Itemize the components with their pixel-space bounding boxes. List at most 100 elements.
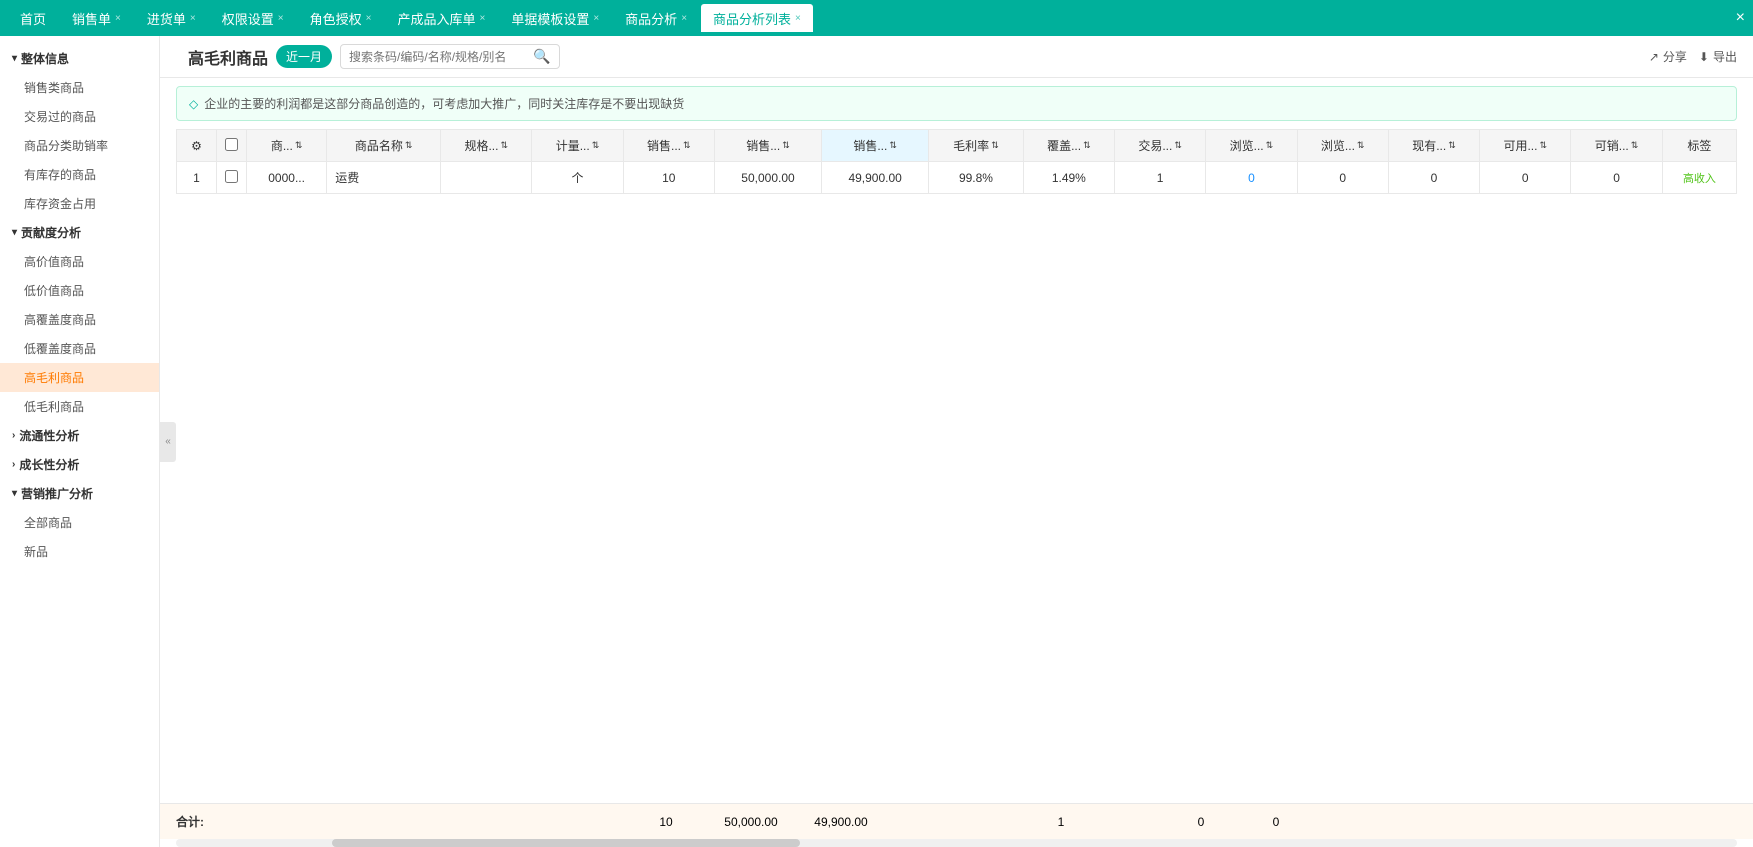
collapse-sidebar-button[interactable]: « xyxy=(160,422,176,462)
info-icon: ◇ xyxy=(189,97,198,111)
close-all-tabs-button[interactable]: × xyxy=(1736,9,1745,27)
nav-template-settings[interactable]: 单据模板设置 × xyxy=(499,4,611,32)
row-gross-rate: 99.8% xyxy=(929,162,1024,194)
sort-icon: ⇅ xyxy=(1174,140,1182,151)
nav-permission-settings[interactable]: 权限设置 × xyxy=(210,4,296,32)
row-tag: 高收入 xyxy=(1662,162,1736,194)
row-transactions: 1 xyxy=(1114,162,1205,194)
footer-sales-qty: 10 xyxy=(626,815,706,829)
col-unit[interactable]: 计量... ⇅ xyxy=(532,130,623,162)
col-name[interactable]: 商品名称 ⇅ xyxy=(327,130,441,162)
export-button[interactable]: ⬇ 导出 xyxy=(1699,48,1737,65)
sidebar-item-all-goods[interactable]: 全部商品 xyxy=(0,508,159,537)
sidebar-group-contribution[interactable]: ▾ 贡献度分析 xyxy=(0,218,159,247)
col-gross-rate[interactable]: 毛利率 ⇅ xyxy=(929,130,1024,162)
nav-product-analysis-list[interactable]: 商品分析列表 × xyxy=(701,4,813,32)
export-icon: ⬇ xyxy=(1699,50,1709,64)
sidebar-item-low-coverage[interactable]: 低覆盖度商品 xyxy=(0,334,159,363)
sidebar-item-in-stock-goods[interactable]: 有库存的商品 xyxy=(0,160,159,189)
footer-sales-amt: 50,000.00 xyxy=(706,815,796,829)
nav-home[interactable]: 首页 xyxy=(8,4,58,32)
sort-icon: ⇅ xyxy=(889,140,897,151)
nav-product-analysis-close[interactable]: × xyxy=(681,13,687,24)
col-tag: 标签 xyxy=(1662,130,1736,162)
nav-product-analysis[interactable]: 商品分析 × xyxy=(613,4,699,32)
page-title: 高毛利商品 xyxy=(188,45,268,69)
col-spec[interactable]: 规格... ⇅ xyxy=(441,130,532,162)
sidebar-group-overall[interactable]: ▾ 整体信息 xyxy=(0,44,159,73)
search-input[interactable] xyxy=(349,50,529,64)
browse-a-link[interactable]: 0 xyxy=(1248,171,1255,185)
data-table: ⚙ 商... ⇅ xyxy=(176,129,1737,194)
nav-template-settings-close[interactable]: × xyxy=(593,13,599,24)
sidebar-item-high-value[interactable]: 高价值商品 xyxy=(0,247,159,276)
content-area: « 高毛利商品 近一月 🔍 ↗ 分享 ⬇ 导出 xyxy=(160,36,1753,847)
sidebar-item-high-coverage[interactable]: 高覆盖度商品 xyxy=(0,305,159,334)
sidebar-group-growth-arrow: › xyxy=(12,459,15,470)
share-button[interactable]: ↗ 分享 xyxy=(1649,48,1687,65)
col-browse-a[interactable]: 浏览... ⇅ xyxy=(1206,130,1297,162)
nav-product-inbound-close[interactable]: × xyxy=(479,13,485,24)
footer-cells: 10 50,000.00 49,900.00 1 0 0 xyxy=(236,815,1737,829)
nav-sales-order-close[interactable]: × xyxy=(115,13,121,24)
row-checkbox[interactable] xyxy=(225,170,238,183)
nav-role-auth[interactable]: 角色授权 × xyxy=(298,4,384,32)
row-code: 0000... xyxy=(247,162,327,194)
nav-product-analysis-list-close[interactable]: × xyxy=(795,13,801,24)
sidebar-item-new-goods[interactable]: 新品 xyxy=(0,537,159,566)
tag-badge: 高收入 xyxy=(1683,173,1716,185)
sidebar-item-low-value[interactable]: 低价值商品 xyxy=(0,276,159,305)
sidebar-item-traded-goods[interactable]: 交易过的商品 xyxy=(0,102,159,131)
nav-sales-order[interactable]: 销售单 × xyxy=(60,4,133,32)
row-browse-a[interactable]: 0 xyxy=(1206,162,1297,194)
row-coverage: 1.49% xyxy=(1023,162,1114,194)
nav-product-inbound[interactable]: 产成品入库单 × xyxy=(385,4,497,32)
row-salable-stock: 0 xyxy=(1571,162,1662,194)
sort-icon: ⇅ xyxy=(1083,140,1091,151)
sidebar-group-liquidity-arrow: › xyxy=(12,430,15,441)
scrollbar-thumb[interactable] xyxy=(332,839,800,847)
sidebar-group-growth[interactable]: › 成长性分析 xyxy=(0,450,159,479)
col-salable-stock[interactable]: 可销... ⇅ xyxy=(1571,130,1662,162)
col-browse-b[interactable]: 浏览... ⇅ xyxy=(1297,130,1388,162)
info-banner: ◇ 企业的主要的利润都是这部分商品创造的，可考虑加大推广，同时关注库存是不要出现… xyxy=(176,86,1737,121)
select-all-checkbox[interactable] xyxy=(225,138,238,151)
sidebar-item-stock-capital[interactable]: 库存资金占用 xyxy=(0,189,159,218)
sidebar-group-marketing[interactable]: ▾ 营销推广分析 xyxy=(0,479,159,508)
row-checkbox-cell[interactable] xyxy=(217,162,247,194)
data-table-container: ⚙ 商... ⇅ xyxy=(176,129,1737,803)
col-sales-qty[interactable]: 销售... ⇅ xyxy=(623,130,714,162)
settings-icon[interactable]: ⚙ xyxy=(191,139,202,153)
row-name: 运费 xyxy=(327,162,441,194)
horizontal-scrollbar[interactable] xyxy=(176,839,1737,847)
sidebar-item-high-margin[interactable]: 高毛利商品 xyxy=(0,363,159,392)
search-icon[interactable]: 🔍 xyxy=(533,48,550,65)
col-transactions[interactable]: 交易... ⇅ xyxy=(1114,130,1205,162)
sidebar-item-category-sales-rate[interactable]: 商品分类助销率 xyxy=(0,131,159,160)
nav-purchase-order[interactable]: 进货单 × xyxy=(135,4,208,32)
footer-label: 合计: xyxy=(176,813,236,830)
col-sales-amt[interactable]: 销售... ⇅ xyxy=(714,130,821,162)
nav-role-auth-close[interactable]: × xyxy=(366,13,372,24)
sidebar-item-low-margin[interactable]: 低毛利商品 xyxy=(0,392,159,421)
sidebar-group-liquidity[interactable]: › 流通性分析 xyxy=(0,421,159,450)
sidebar-group-marketing-arrow: ▾ xyxy=(12,488,17,499)
row-sales-qty: 10 xyxy=(623,162,714,194)
col-settings[interactable]: ⚙ xyxy=(177,130,217,162)
time-filter-button[interactable]: 近一月 xyxy=(276,45,332,68)
share-icon: ↗ xyxy=(1649,50,1659,64)
row-unit: 个 xyxy=(532,162,623,194)
nav-purchase-order-close[interactable]: × xyxy=(190,13,196,24)
sort-icon: ⇅ xyxy=(405,140,413,151)
col-checkbox[interactable] xyxy=(217,130,247,162)
col-available-stock[interactable]: 可用... ⇅ xyxy=(1480,130,1571,162)
sort-icon: ⇅ xyxy=(683,140,691,151)
nav-permission-settings-close[interactable]: × xyxy=(278,13,284,24)
col-coverage[interactable]: 覆盖... ⇅ xyxy=(1023,130,1114,162)
footer-transactions: 1 xyxy=(1026,815,1096,829)
header-actions: ↗ 分享 ⬇ 导出 xyxy=(1649,48,1737,65)
col-current-stock[interactable]: 现有... ⇅ xyxy=(1388,130,1479,162)
col-code[interactable]: 商... ⇅ xyxy=(247,130,327,162)
sidebar-item-sales-goods[interactable]: 销售类商品 xyxy=(0,73,159,102)
col-sales-amt2[interactable]: 销售... ⇅ xyxy=(822,130,929,162)
